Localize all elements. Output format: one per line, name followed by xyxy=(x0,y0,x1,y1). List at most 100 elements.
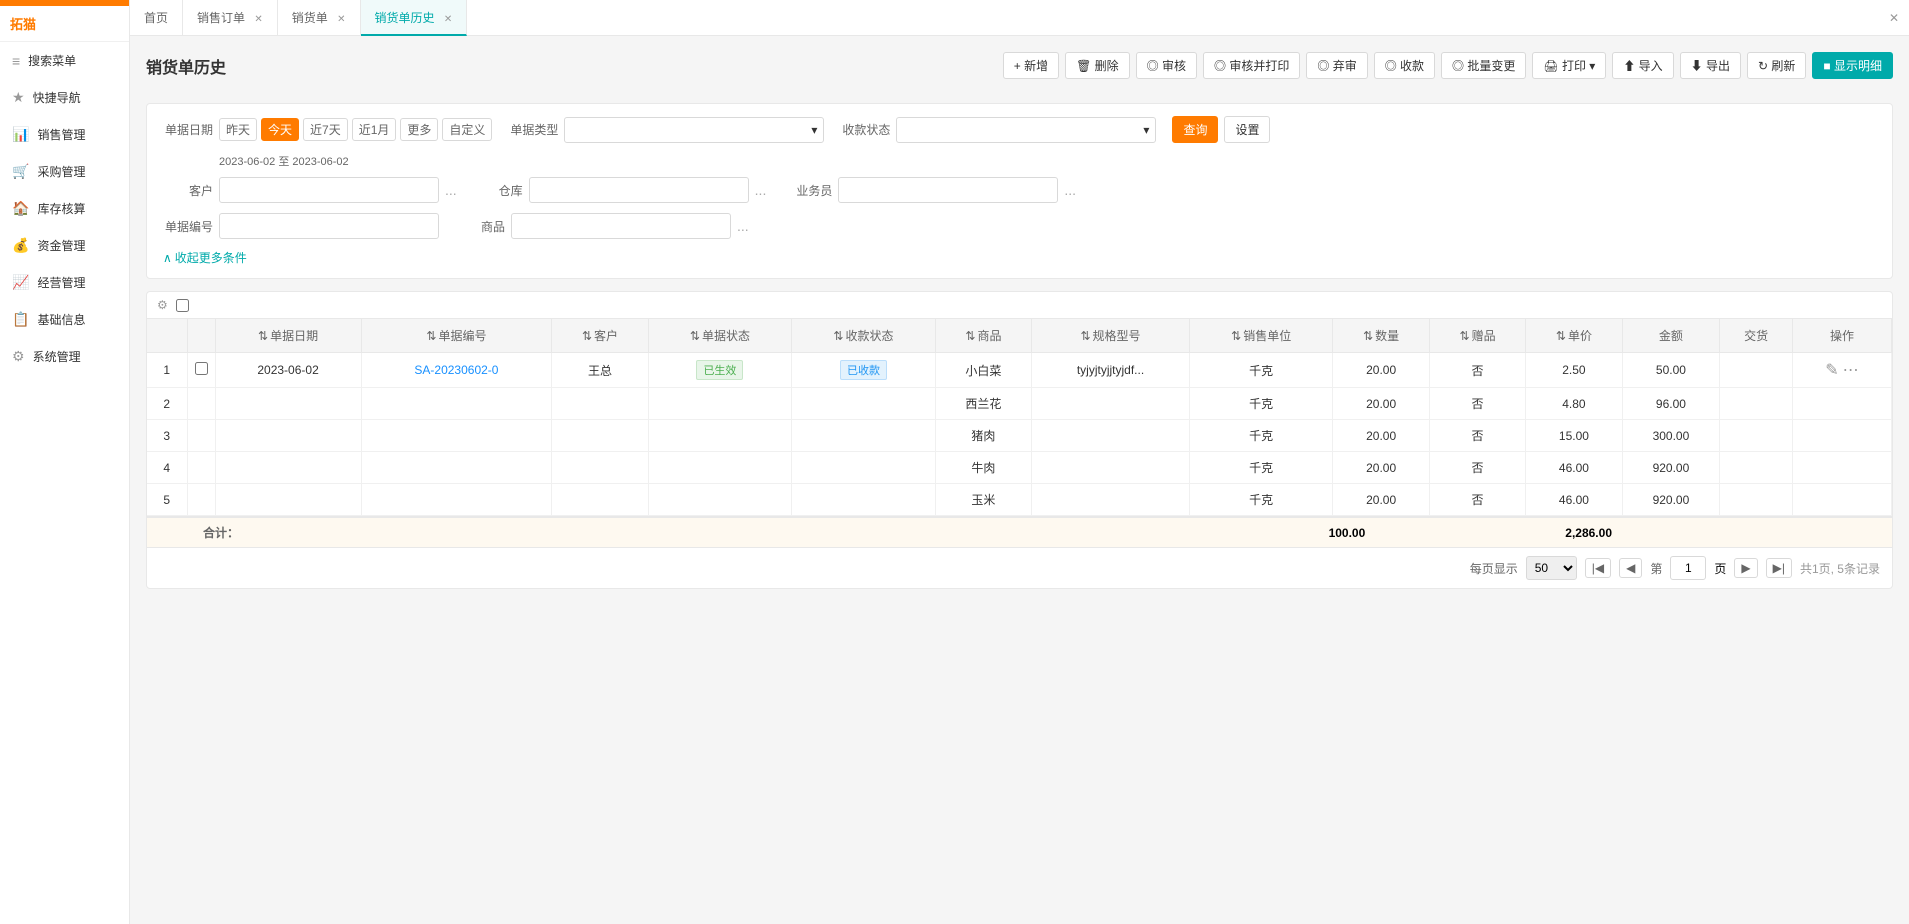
tab-close-icon[interactable]: ✕ xyxy=(337,14,345,25)
th-doc-status[interactable]: ⇅ 单据状态 xyxy=(648,319,792,353)
cell-payment-status xyxy=(792,484,936,516)
new-button[interactable]: + 新增 xyxy=(1003,52,1059,79)
th-goods[interactable]: ⇅ 商品 xyxy=(935,319,1031,353)
tab-close-icon[interactable]: ✕ xyxy=(444,14,452,25)
th-spec[interactable]: ⇅ 规格型号 xyxy=(1032,319,1190,353)
customer-more-icon[interactable]: ... xyxy=(445,182,457,198)
date-yesterday[interactable]: 昨天 xyxy=(219,118,257,141)
payment-status-select[interactable]: ▾ xyxy=(896,117,1156,143)
sort-icon: ⇅ xyxy=(690,329,700,343)
warehouse-more-icon[interactable]: ... xyxy=(755,182,767,198)
goods-input[interactable] xyxy=(511,213,731,239)
sidebar-item-sys-mgmt[interactable]: ⚙ 系统管理 xyxy=(0,338,129,375)
select-all-checkbox[interactable] xyxy=(176,299,189,312)
sidebar-item-quick-nav[interactable]: ★ 快捷导航 xyxy=(0,79,129,116)
th-price[interactable]: ⇅ 单价 xyxy=(1526,319,1622,353)
th-doc-date[interactable]: ⇅ 单据日期 xyxy=(215,319,361,353)
cell-goods: 小白菜 xyxy=(935,353,1031,388)
export-button[interactable]: ⬇ 导出 xyxy=(1680,52,1741,79)
salesperson-more-icon[interactable]: ... xyxy=(1064,182,1076,198)
tab-label: 首页 xyxy=(144,11,168,25)
sidebar-item-ops-mgmt[interactable]: 📈 经营管理 xyxy=(0,264,129,301)
cell-row-num: 5 xyxy=(147,484,187,516)
query-button[interactable]: 查询 xyxy=(1172,116,1218,143)
audit-button[interactable]: ◎ 审核 xyxy=(1136,52,1197,79)
th-checkbox xyxy=(187,319,215,353)
warehouse-filter: 仓库 ... xyxy=(473,177,767,203)
refresh-button[interactable]: ↻ 刷新 xyxy=(1747,52,1806,79)
tab-sales-goods[interactable]: 销货单 ✕ xyxy=(278,0,361,36)
tab-close-icon[interactable]: ✕ xyxy=(254,14,262,25)
sidebar: 拓猫 ≡ 搜索菜单 ★ 快捷导航 📊 销售管理 🛒 采购管理 🏠 库存核算 💰 … xyxy=(0,0,130,924)
th-qty[interactable]: ⇅ 数量 xyxy=(1333,319,1429,353)
cell-unit: 千克 xyxy=(1189,388,1333,420)
sidebar-item-label: 库存核算 xyxy=(37,200,85,217)
tab-sales-history[interactable]: 销货单历史 ✕ xyxy=(361,0,468,36)
import-button[interactable]: ⬆ 导入 xyxy=(1612,52,1673,79)
date-custom[interactable]: 自定义 xyxy=(442,118,492,141)
cell-action xyxy=(1792,388,1891,420)
next-page-button[interactable]: ▶ xyxy=(1734,558,1757,578)
edit-icon[interactable]: ✎ xyxy=(1825,362,1838,379)
data-table-container: ⚙ ⇅ 单据日期 ⇅ 单据编号 ⇅ 客户 ⇅ 单据状态 ⇅ 收款状态 ⇅ 商品 … xyxy=(146,291,1893,589)
cell-checkbox xyxy=(187,420,215,452)
doc-no-input[interactable] xyxy=(219,213,439,239)
table-row: 5 玉米 千克 20.00 否 46.00 920.00 xyxy=(147,484,1892,516)
abandon-button[interactable]: ◎ 弃审 xyxy=(1306,52,1367,79)
sidebar-item-purchase-mgmt[interactable]: 🛒 采购管理 xyxy=(0,153,129,190)
tab-home[interactable]: 首页 xyxy=(130,0,183,36)
sidebar-item-basic-info[interactable]: 📋 基础信息 xyxy=(0,301,129,338)
date-last7[interactable]: 近7天 xyxy=(303,118,348,141)
page-number-input[interactable] xyxy=(1670,556,1706,580)
th-doc-no[interactable]: ⇅ 单据编号 xyxy=(361,319,552,353)
doc-type-select[interactable]: ▾ xyxy=(564,117,824,143)
cell-price: 4.80 xyxy=(1526,388,1622,420)
th-unit[interactable]: ⇅ 销售单位 xyxy=(1189,319,1333,353)
search-menu-icon: ≡ xyxy=(12,53,20,69)
tab-close-all[interactable]: ✕ xyxy=(1879,11,1909,25)
audit-print-button[interactable]: ◎ 审核并打印 xyxy=(1203,52,1300,79)
th-customer[interactable]: ⇅ 客户 xyxy=(552,319,648,353)
print-button[interactable]: 🖨 打印 ▾ xyxy=(1532,52,1606,79)
page-size-select[interactable]: 50 100 200 xyxy=(1526,556,1577,580)
doc-type-filter: 单据类型 ▾ xyxy=(508,117,824,143)
th-payment-status[interactable]: ⇅ 收款状态 xyxy=(792,319,936,353)
date-today[interactable]: 今天 xyxy=(261,118,299,141)
date-more[interactable]: 更多 xyxy=(400,118,438,141)
salesperson-input[interactable] xyxy=(838,177,1058,203)
sidebar-item-inventory[interactable]: 🏠 库存核算 xyxy=(0,190,129,227)
ops-mgmt-icon: 📈 xyxy=(12,274,29,291)
sidebar-item-sales-mgmt[interactable]: 📊 销售管理 xyxy=(0,116,129,153)
cell-qty: 20.00 xyxy=(1333,420,1429,452)
show-detail-button[interactable]: ■ 显示明细 xyxy=(1812,52,1893,79)
cell-qty: 20.00 xyxy=(1333,353,1429,388)
cell-doc-status xyxy=(648,452,792,484)
filter-row-2: 客户 ... 仓库 ... 业务员 ... xyxy=(163,177,1876,203)
cell-doc-status xyxy=(648,484,792,516)
date-last1m[interactable]: 近1月 xyxy=(352,118,397,141)
cell-customer xyxy=(552,420,648,452)
date-buttons: 昨天 今天 近7天 近1月 更多 自定义 xyxy=(219,118,492,141)
more-icon[interactable]: ⋯ xyxy=(1843,362,1859,379)
cell-trade xyxy=(1720,420,1793,452)
delete-button[interactable]: 🗑 删除 xyxy=(1065,52,1130,79)
sidebar-item-label: 搜索菜单 xyxy=(28,52,76,69)
warehouse-input[interactable] xyxy=(529,177,749,203)
prev-page-button[interactable]: ◀ xyxy=(1619,558,1642,578)
first-page-button[interactable]: |◀ xyxy=(1585,558,1611,578)
customer-input[interactable] xyxy=(219,177,439,203)
table-settings-icon[interactable]: ⚙ xyxy=(157,298,168,312)
table-row: 2 西兰花 千克 20.00 否 4.80 96.00 xyxy=(147,388,1892,420)
tab-sales-order[interactable]: 销售订单 ✕ xyxy=(183,0,278,36)
sidebar-item-search-menu[interactable]: ≡ 搜索菜单 xyxy=(0,42,129,79)
last-page-button[interactable]: ▶| xyxy=(1766,558,1792,578)
settings-button[interactable]: 设置 xyxy=(1224,116,1270,143)
batch-change-button[interactable]: ◎ 批量变更 xyxy=(1441,52,1526,79)
cell-goods: 猪肉 xyxy=(935,420,1031,452)
goods-more-icon[interactable]: ... xyxy=(737,218,749,234)
th-gift[interactable]: ⇅ 赠品 xyxy=(1429,319,1525,353)
collect-button[interactable]: ◎ 收款 xyxy=(1374,52,1435,79)
row-checkbox[interactable] xyxy=(195,362,208,375)
sidebar-item-finance-mgmt[interactable]: 💰 资金管理 xyxy=(0,227,129,264)
collapse-button[interactable]: ∧ 收起更多条件 xyxy=(163,249,1876,266)
